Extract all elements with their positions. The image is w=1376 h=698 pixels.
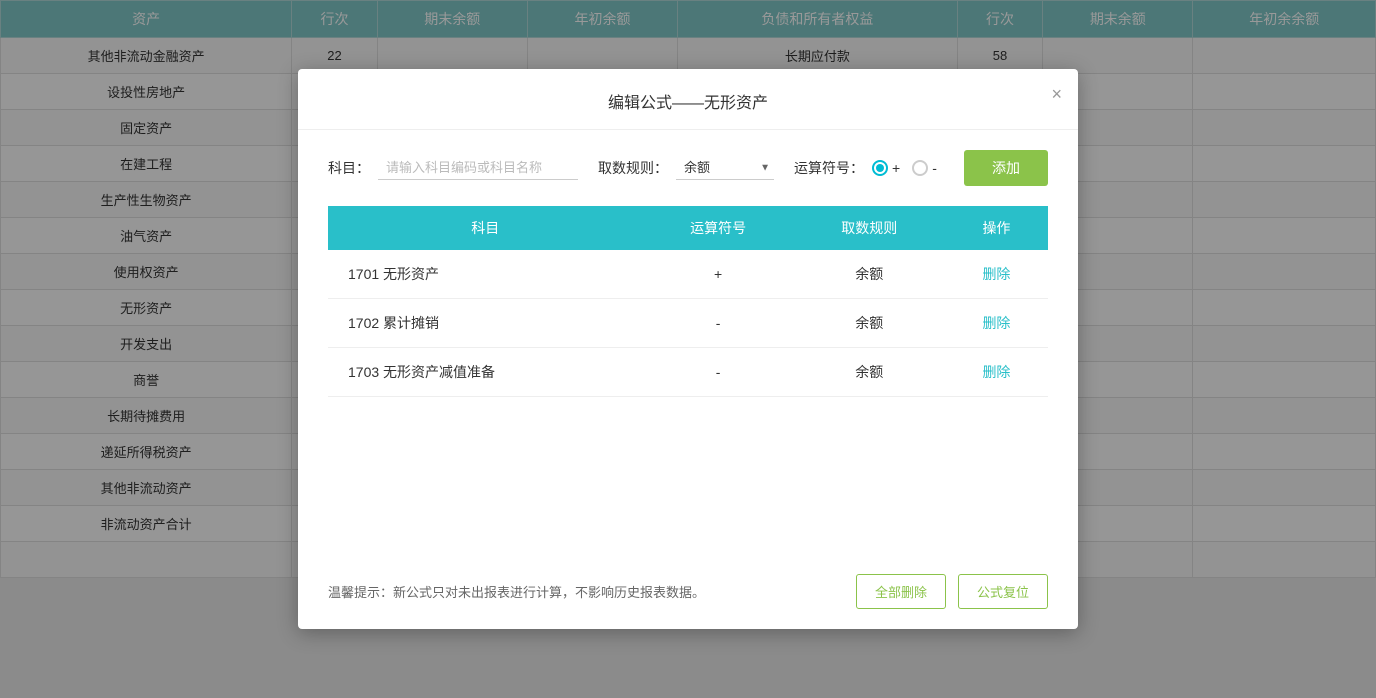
operator-minus-item[interactable]: - bbox=[912, 160, 937, 176]
formula-action-cell: 删除 bbox=[945, 250, 1048, 299]
formula-rule-cell: 余额 bbox=[794, 348, 945, 397]
modal-body: 科目： 取数规则： 余额 借方发生额 贷方发生额 ▼ 运算符号 bbox=[298, 130, 1078, 558]
rule-select[interactable]: 余额 借方发生额 贷方发生额 bbox=[676, 156, 774, 180]
formula-action-cell: 删除 bbox=[945, 348, 1048, 397]
subject-group: 科目： bbox=[328, 156, 578, 180]
delete-row-link[interactable]: 删除 bbox=[982, 315, 1010, 331]
rule-select-wrap: 余额 借方发生额 贷方发生额 ▼ bbox=[676, 156, 774, 180]
formula-operator-cell: - bbox=[643, 299, 794, 348]
formula-operator-cell: - bbox=[643, 348, 794, 397]
delete-row-link[interactable]: 删除 bbox=[982, 266, 1010, 282]
operator-group: 运算符号： + - bbox=[794, 158, 937, 178]
table-row: 1701 无形资产+余额 删除 bbox=[328, 250, 1048, 299]
form-row: 科目： 取数规则： 余额 借方发生额 贷方发生额 ▼ 运算符号 bbox=[328, 150, 1048, 186]
formula-table-header: 科目 bbox=[328, 206, 643, 250]
formula-header-row: 科目运算符号取数规则操作 bbox=[328, 206, 1048, 250]
formula-rule-cell: 余额 bbox=[794, 250, 945, 299]
formula-operator-cell: + bbox=[643, 250, 794, 299]
operator-label: 运算符号： bbox=[794, 158, 864, 178]
modal-title: 编辑公式——无形资产 bbox=[608, 95, 768, 112]
delete-row-link[interactable]: 删除 bbox=[982, 364, 1010, 380]
formula-table: 科目运算符号取数规则操作 1701 无形资产+余额删除1702 累计摊销-余额删… bbox=[328, 206, 1048, 397]
formula-action-cell: 删除 bbox=[945, 299, 1048, 348]
formula-rule-cell: 余额 bbox=[794, 299, 945, 348]
add-button[interactable]: 添加 bbox=[964, 150, 1048, 186]
formula-table-header: 运算符号 bbox=[643, 206, 794, 250]
footer-buttons: 全部删除 公式复位 bbox=[856, 574, 1048, 609]
formula-subject-cell: 1701 无形资产 bbox=[328, 250, 643, 299]
table-row: 1702 累计摊销-余额 删除 bbox=[328, 299, 1048, 348]
formula-table-body: 1701 无形资产+余额删除1702 累计摊销-余额删除1703 无形资产减值准… bbox=[328, 250, 1048, 397]
operator-plus-radio[interactable] bbox=[872, 160, 888, 176]
formula-table-head: 科目运算符号取数规则操作 bbox=[328, 206, 1048, 250]
table-row: 1703 无形资产减值准备-余额 删除 bbox=[328, 348, 1048, 397]
modal-dialog: 编辑公式——无形资产 × 科目： 取数规则： 余额 借方发生额 贷方发生额 bbox=[298, 69, 1078, 629]
rule-label: 取数规则： bbox=[598, 158, 668, 178]
operator-plus-label: + bbox=[892, 160, 900, 176]
rule-group: 取数规则： 余额 借方发生额 贷方发生额 ▼ bbox=[598, 156, 774, 180]
operator-radio-group: + - bbox=[872, 160, 937, 176]
operator-minus-label: - bbox=[932, 160, 937, 176]
formula-table-header: 操作 bbox=[945, 206, 1048, 250]
formula-subject-cell: 1702 累计摊销 bbox=[328, 299, 643, 348]
formula-table-header: 取数规则 bbox=[794, 206, 945, 250]
tip-text: 温馨提示：新公式只对未出报表进行计算，不影响历史报表数据。 bbox=[328, 582, 705, 601]
reset-formula-button[interactable]: 公式复位 bbox=[958, 574, 1048, 609]
operator-minus-radio[interactable] bbox=[912, 160, 928, 176]
delete-all-button[interactable]: 全部删除 bbox=[856, 574, 946, 609]
modal-overlay: 编辑公式——无形资产 × 科目： 取数规则： 余额 借方发生额 贷方发生额 bbox=[0, 0, 1376, 698]
formula-subject-cell: 1703 无形资产减值准备 bbox=[328, 348, 643, 397]
modal-close-button[interactable]: × bbox=[1051, 85, 1062, 103]
subject-label: 科目： bbox=[328, 158, 370, 178]
modal-header: 编辑公式——无形资产 × bbox=[298, 69, 1078, 130]
operator-plus-item[interactable]: + bbox=[872, 160, 900, 176]
modal-footer: 温馨提示：新公式只对未出报表进行计算，不影响历史报表数据。 全部删除 公式复位 bbox=[298, 558, 1078, 629]
subject-input[interactable] bbox=[378, 156, 578, 180]
